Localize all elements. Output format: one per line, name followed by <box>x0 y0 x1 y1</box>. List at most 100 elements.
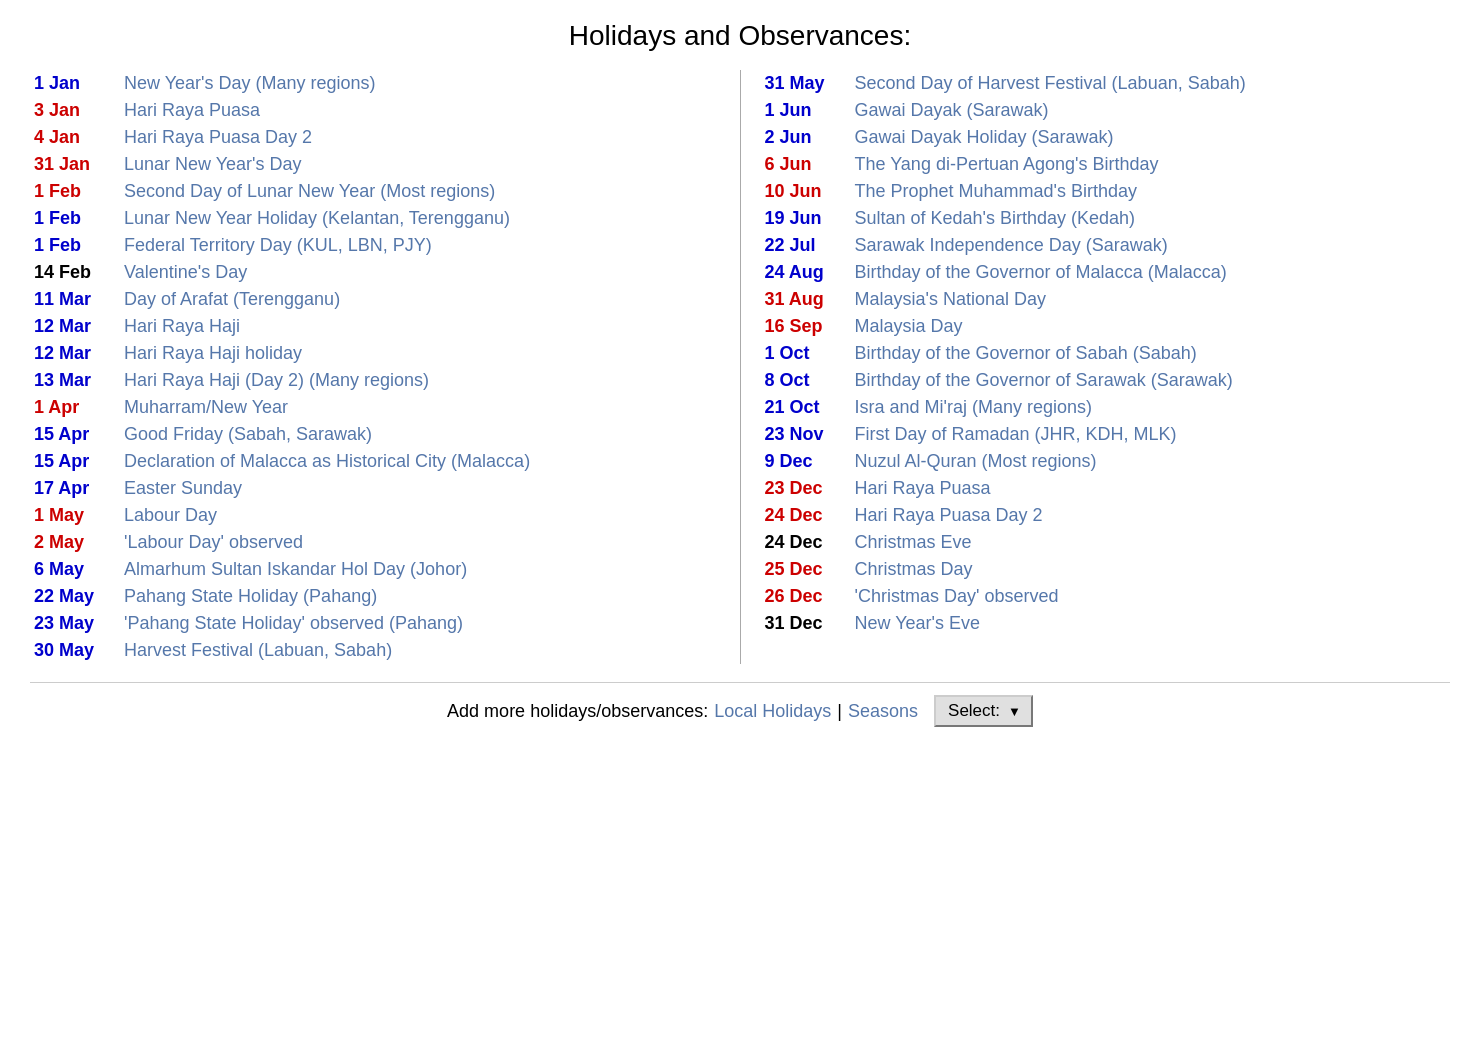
dropdown-arrow-icon: ▼ <box>1008 704 1021 719</box>
holiday-name-cell: Second Day of Lunar New Year (Most regio… <box>120 178 730 205</box>
date-cell: 23 Nov <box>761 421 851 448</box>
list-item: 31 JanLunar New Year's Day <box>30 151 730 178</box>
holiday-name-cell: Nuzul Al-Quran (Most regions) <box>851 448 1451 475</box>
date-cell: 9 Dec <box>761 448 851 475</box>
holiday-name-cell: Pahang State Holiday (Pahang) <box>120 583 730 610</box>
list-item: 2 JunGawai Dayak Holiday (Sarawak) <box>761 124 1451 151</box>
date-cell: 15 Apr <box>30 448 120 475</box>
holiday-name-cell: New Year's Day (Many regions) <box>120 70 730 97</box>
list-item: 1 FebLunar New Year Holiday (Kelantan, T… <box>30 205 730 232</box>
list-item: 25 DecChristmas Day <box>761 556 1451 583</box>
seasons-link[interactable]: Seasons <box>848 701 918 722</box>
date-cell: 11 Mar <box>30 286 120 313</box>
list-item: 1 MayLabour Day <box>30 502 730 529</box>
date-cell: 6 Jun <box>761 151 851 178</box>
holiday-name-cell: Easter Sunday <box>120 475 730 502</box>
date-cell: 1 Feb <box>30 205 120 232</box>
date-cell: 10 Jun <box>761 178 851 205</box>
list-item: 22 MayPahang State Holiday (Pahang) <box>30 583 730 610</box>
date-cell: 13 Mar <box>30 367 120 394</box>
date-cell: 1 May <box>30 502 120 529</box>
list-item: 6 JunThe Yang di-Pertuan Agong's Birthda… <box>761 151 1451 178</box>
list-item: 26 Dec'Christmas Day' observed <box>761 583 1451 610</box>
date-cell: 19 Jun <box>761 205 851 232</box>
list-item: 1 AprMuharram/New Year <box>30 394 730 421</box>
holiday-name-cell: New Year's Eve <box>851 610 1451 637</box>
holiday-name-cell: Christmas Day <box>851 556 1451 583</box>
local-holidays-link[interactable]: Local Holidays <box>714 701 831 722</box>
list-item: 14 FebValentine's Day <box>30 259 730 286</box>
date-cell: 6 May <box>30 556 120 583</box>
select-button[interactable]: Select: ▼ <box>934 695 1033 727</box>
date-cell: 23 Dec <box>761 475 851 502</box>
date-cell: 16 Sep <box>761 313 851 340</box>
footer: Add more holidays/observances: Local Hol… <box>30 682 1450 727</box>
holiday-name-cell: Sultan of Kedah's Birthday (Kedah) <box>851 205 1451 232</box>
list-item: 10 JunThe Prophet Muhammad's Birthday <box>761 178 1451 205</box>
holiday-name-cell: Harvest Festival (Labuan, Sabah) <box>120 637 730 664</box>
holiday-name-cell: Valentine's Day <box>120 259 730 286</box>
list-item: 23 DecHari Raya Puasa <box>761 475 1451 502</box>
date-cell: 1 Apr <box>30 394 120 421</box>
list-item: 23 NovFirst Day of Ramadan (JHR, KDH, ML… <box>761 421 1451 448</box>
list-item: 17 AprEaster Sunday <box>30 475 730 502</box>
date-cell: 1 Jan <box>30 70 120 97</box>
holiday-name-cell: Good Friday (Sabah, Sarawak) <box>120 421 730 448</box>
list-item: 6 MayAlmarhum Sultan Iskandar Hol Day (J… <box>30 556 730 583</box>
holiday-name-cell: First Day of Ramadan (JHR, KDH, MLK) <box>851 421 1451 448</box>
holiday-name-cell: Federal Territory Day (KUL, LBN, PJY) <box>120 232 730 259</box>
holiday-name-cell: Malaysia Day <box>851 313 1451 340</box>
list-item: 22 JulSarawak Independence Day (Sarawak) <box>761 232 1451 259</box>
list-item: 4 JanHari Raya Puasa Day 2 <box>30 124 730 151</box>
list-item: 1 FebFederal Territory Day (KUL, LBN, PJ… <box>30 232 730 259</box>
list-item: 8 OctBirthday of the Governor of Sarawak… <box>761 367 1451 394</box>
holiday-name-cell: The Prophet Muhammad's Birthday <box>851 178 1451 205</box>
holiday-name-cell: Christmas Eve <box>851 529 1451 556</box>
page-title: Holidays and Observances: <box>30 20 1450 52</box>
left-column: 1 JanNew Year's Day (Many regions)3 JanH… <box>30 70 740 664</box>
holiday-name-cell: Malaysia's National Day <box>851 286 1451 313</box>
list-item: 1 JanNew Year's Day (Many regions) <box>30 70 730 97</box>
list-item: 13 MarHari Raya Haji (Day 2) (Many regio… <box>30 367 730 394</box>
holiday-name-cell: Birthday of the Governor of Sarawak (Sar… <box>851 367 1451 394</box>
footer-separator: | <box>837 701 842 722</box>
date-cell: 2 May <box>30 529 120 556</box>
date-cell: 26 Dec <box>761 583 851 610</box>
holiday-name-cell: Hari Raya Puasa <box>120 97 730 124</box>
date-cell: 2 Jun <box>761 124 851 151</box>
holiday-name-cell: 'Pahang State Holiday' observed (Pahang) <box>120 610 730 637</box>
date-cell: 3 Jan <box>30 97 120 124</box>
holiday-name-cell: 'Labour Day' observed <box>120 529 730 556</box>
list-item: 16 SepMalaysia Day <box>761 313 1451 340</box>
list-item: 24 DecHari Raya Puasa Day 2 <box>761 502 1451 529</box>
date-cell: 12 Mar <box>30 340 120 367</box>
holiday-name-cell: Gawai Dayak Holiday (Sarawak) <box>851 124 1451 151</box>
holiday-name-cell: Muharram/New Year <box>120 394 730 421</box>
date-cell: 4 Jan <box>30 124 120 151</box>
list-item: 15 AprGood Friday (Sabah, Sarawak) <box>30 421 730 448</box>
holiday-name-cell: Lunar New Year's Day <box>120 151 730 178</box>
holiday-name-cell: Almarhum Sultan Iskandar Hol Day (Johor) <box>120 556 730 583</box>
list-item: 15 AprDeclaration of Malacca as Historic… <box>30 448 730 475</box>
right-column: 31 MaySecond Day of Harvest Festival (La… <box>740 70 1450 664</box>
date-cell: 14 Feb <box>30 259 120 286</box>
holiday-name-cell: Birthday of the Governor of Sabah (Sabah… <box>851 340 1451 367</box>
list-item: 12 MarHari Raya Haji holiday <box>30 340 730 367</box>
date-cell: 31 Aug <box>761 286 851 313</box>
holiday-name-cell: Hari Raya Puasa Day 2 <box>120 124 730 151</box>
date-cell: 25 Dec <box>761 556 851 583</box>
holiday-name-cell: Hari Raya Haji (Day 2) (Many regions) <box>120 367 730 394</box>
holiday-name-cell: Gawai Dayak (Sarawak) <box>851 97 1451 124</box>
holiday-name-cell: Labour Day <box>120 502 730 529</box>
holiday-name-cell: Hari Raya Puasa Day 2 <box>851 502 1451 529</box>
date-cell: 1 Feb <box>30 178 120 205</box>
list-item: 31 AugMalaysia's National Day <box>761 286 1451 313</box>
date-cell: 30 May <box>30 637 120 664</box>
list-item: 9 DecNuzul Al-Quran (Most regions) <box>761 448 1451 475</box>
date-cell: 22 May <box>30 583 120 610</box>
list-item: 2 May'Labour Day' observed <box>30 529 730 556</box>
date-cell: 21 Oct <box>761 394 851 421</box>
date-cell: 23 May <box>30 610 120 637</box>
date-cell: 31 Dec <box>761 610 851 637</box>
date-cell: 15 Apr <box>30 421 120 448</box>
